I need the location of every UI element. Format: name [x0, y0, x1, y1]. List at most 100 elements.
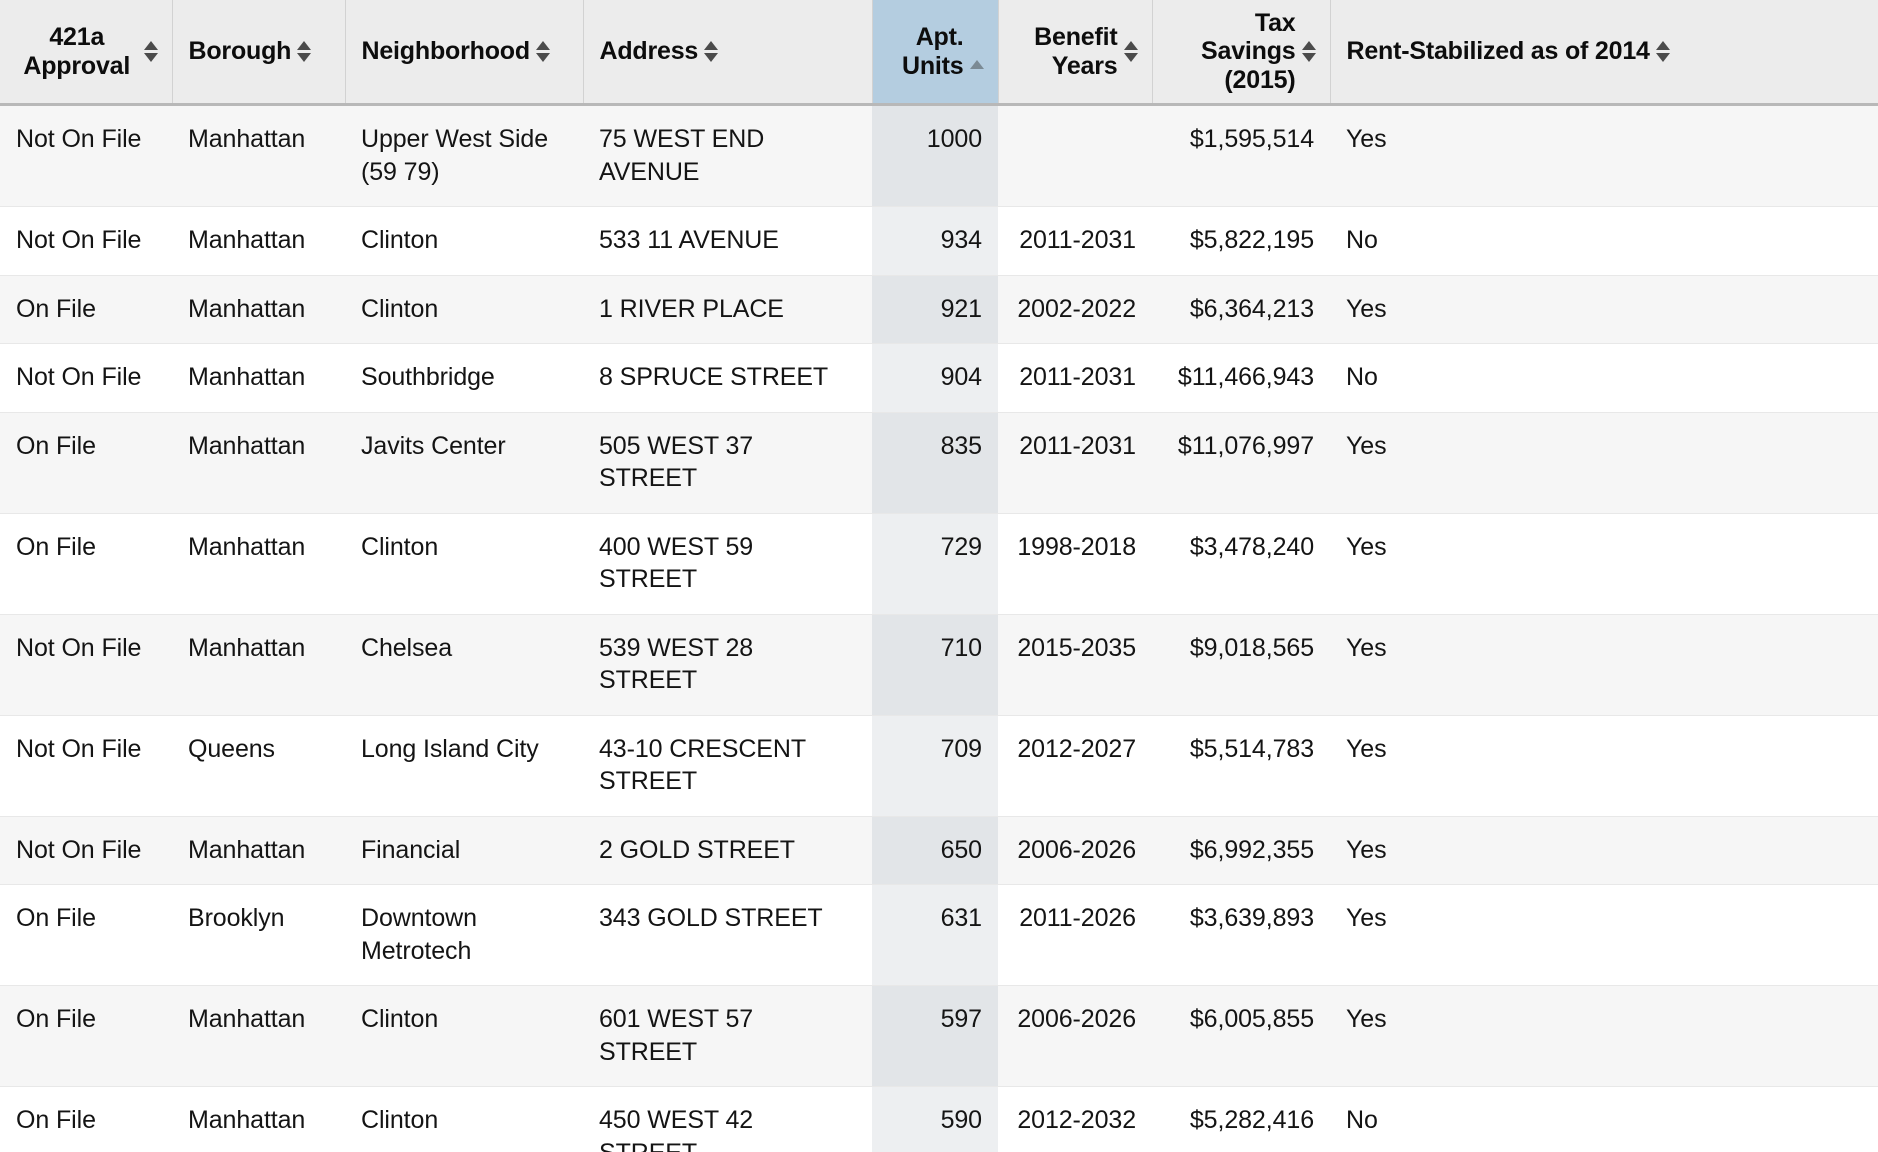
sort-both-icon[interactable] [1123, 37, 1138, 67]
column-header-inner: Benefit Years [999, 23, 1152, 80]
cell-benefit: 2006-2026 [998, 985, 1152, 1087]
column-header-inner: Rent-Stabilized as of 2014 [1331, 37, 1878, 67]
column-header-borough[interactable]: Borough [172, 0, 346, 106]
table-row[interactable]: On File Manhattan Clinton 601 WEST 57 STREE… [0, 985, 1878, 1087]
cell-borough: Manhattan [172, 513, 345, 615]
table-row[interactable]: On File Brooklyn Downtown Metrotech 343 GOL… [0, 884, 1878, 986]
column-header-inner: Tax Savings (2015) [1153, 9, 1330, 95]
cell-address: 1 RIVER PLACE [583, 275, 872, 344]
cell-stab: Yes [1330, 884, 1878, 986]
column-header-units[interactable]: Apt. Units [872, 0, 999, 106]
column-header-label: Neighborhood [361, 37, 531, 66]
cell-units: 597 [872, 985, 998, 1087]
cell-benefit: 1998-2018 [998, 513, 1152, 615]
cell-stab: No [1330, 206, 1878, 276]
cell-address: 601 WEST 57 STREET [583, 985, 872, 1087]
cell-benefit: 2011-2026 [998, 884, 1152, 986]
cell-stab: Yes [1330, 412, 1878, 514]
sort-both-icon[interactable] [143, 37, 158, 67]
cell-approval: On File [0, 884, 172, 986]
cell-benefit: 2006-2026 [998, 816, 1152, 885]
cell-units: 710 [872, 614, 998, 716]
cell-hood: Financial [345, 816, 583, 885]
cell-units: 590 [872, 1086, 998, 1152]
cell-hood: Upper West Side (59 79) [345, 104, 583, 207]
cell-units: 835 [872, 412, 998, 514]
sort-both-icon[interactable] [535, 37, 550, 67]
table-row[interactable]: Not On File Manhattan Chelsea 539 WEST 28 S… [0, 614, 1878, 716]
cell-benefit: 2011-2031 [998, 412, 1152, 514]
column-header-inner: Neighborhood [346, 37, 583, 67]
data-table-container[interactable]: 421a Approval Borough Neighborhood Address A… [0, 0, 1878, 1152]
cell-tax: $11,076,997 [1152, 412, 1330, 514]
column-header-label: Apt. Units [901, 23, 964, 80]
cell-benefit: 2011-2031 [998, 343, 1152, 413]
cell-approval: Not On File [0, 343, 172, 413]
sort-both-icon[interactable] [297, 37, 312, 67]
cell-approval: On File [0, 513, 172, 615]
sort-both-icon[interactable] [1301, 37, 1316, 67]
421a-buildings-table: 421a Approval Borough Neighborhood Address A… [0, 0, 1878, 1152]
table-row[interactable]: Not On File Manhattan Financial 2 GOLD STRE… [0, 816, 1878, 885]
column-header-inner: Address [584, 37, 872, 67]
column-header-hood[interactable]: Neighborhood [345, 0, 584, 106]
column-header-label: Address [599, 37, 699, 66]
cell-units: 709 [872, 715, 998, 817]
sort-both-icon[interactable] [704, 37, 719, 67]
cell-borough: Manhattan [172, 206, 345, 276]
table-row[interactable]: On FileManhattanClinton450 WEST 42 STREE… [0, 1086, 1878, 1152]
cell-approval: Not On File [0, 104, 172, 207]
cell-hood: Southbridge [345, 343, 583, 413]
column-header-inner: Apt. Units [873, 23, 998, 80]
cell-tax: $1,595,514 [1152, 104, 1330, 207]
column-header-approval[interactable]: 421a Approval [0, 0, 173, 106]
cell-address: 2 GOLD STREET [583, 816, 872, 885]
cell-units: 729 [872, 513, 998, 615]
table-row[interactable]: On File Manhattan Clinton 1 RIVER PLACE 921 2… [0, 275, 1878, 344]
column-header-tax[interactable]: Tax Savings (2015) [1152, 0, 1331, 106]
sort-asc-icon[interactable] [969, 54, 984, 74]
table-row[interactable]: Not On File Manhattan Upper West Side (59 … [0, 104, 1878, 207]
cell-address: 400 WEST 59 STREET [583, 513, 872, 615]
cell-hood: Chelsea [345, 614, 583, 716]
cell-stab: Yes [1330, 275, 1878, 344]
cell-address: 450 WEST 42 STREET [583, 1086, 872, 1152]
cell-borough: Manhattan [172, 275, 345, 344]
cell-approval: Not On File [0, 816, 172, 885]
cell-address: 539 WEST 28 STREET [583, 614, 872, 716]
cell-units: 650 [872, 816, 998, 885]
cell-address: 343 GOLD STREET [583, 884, 872, 986]
cell-hood: Clinton [345, 513, 583, 615]
cell-hood: Clinton [345, 985, 583, 1087]
cell-hood: Javits Center [345, 412, 583, 514]
cell-approval: On File [0, 1086, 172, 1152]
table-row[interactable]: On File Manhattan Clinton 400 WEST 59 STREE… [0, 513, 1878, 615]
column-header-stab[interactable]: Rent-Stabilized as of 2014 [1330, 0, 1878, 106]
table-row[interactable]: Not On File Manhattan Southbridge 8 SPRUCE … [0, 343, 1878, 413]
table-row[interactable]: Not On File Manhattan Clinton 533 11 AVENUE… [0, 206, 1878, 276]
cell-stab: No [1330, 1086, 1878, 1152]
cell-address: 43-10 CRESCENT STREET [583, 715, 872, 817]
cell-approval: On File [0, 275, 172, 344]
cell-borough: Manhattan [172, 343, 345, 413]
table-row[interactable]: On File Manhattan Javits Center 505 WEST 37… [0, 412, 1878, 514]
column-header-address[interactable]: Address [583, 0, 873, 106]
cell-address: 505 WEST 37 STREET [583, 412, 872, 514]
cell-address: 533 11 AVENUE [583, 206, 872, 276]
sort-both-icon[interactable] [1655, 37, 1670, 67]
cell-borough: Manhattan [172, 614, 345, 716]
column-header-benefit[interactable]: Benefit Years [998, 0, 1153, 106]
column-header-inner: Borough [173, 37, 345, 67]
table-row[interactable]: Not On File Queens Long Island City 43-10 C… [0, 715, 1878, 817]
cell-tax: $3,639,893 [1152, 884, 1330, 986]
cell-tax: $11,466,943 [1152, 343, 1330, 413]
cell-stab: No [1330, 343, 1878, 413]
cell-tax: $5,822,195 [1152, 206, 1330, 276]
cell-units: 904 [872, 343, 998, 413]
cell-borough: Manhattan [172, 816, 345, 885]
cell-tax: $9,018,565 [1152, 614, 1330, 716]
cell-stab: Yes [1330, 715, 1878, 817]
cell-borough: Manhattan [172, 1086, 345, 1152]
cell-hood: Clinton [345, 1086, 583, 1152]
cell-benefit: 2002-2022 [998, 275, 1152, 344]
